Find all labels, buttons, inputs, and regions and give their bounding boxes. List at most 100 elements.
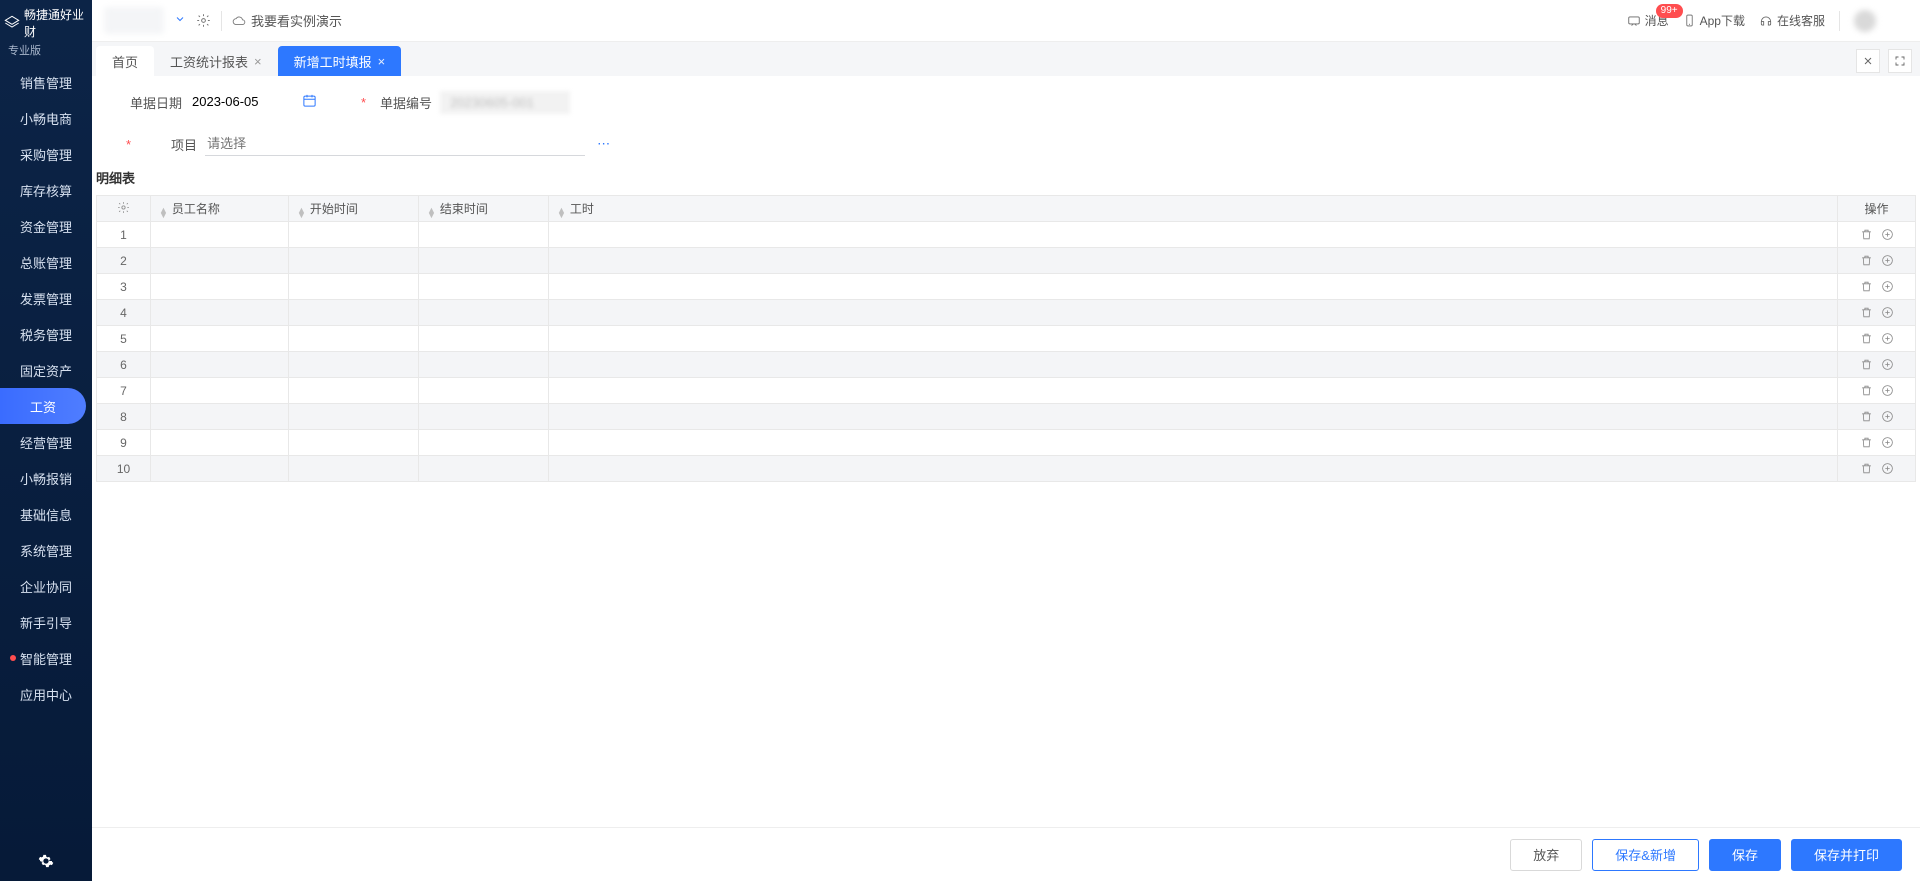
cell[interactable] bbox=[549, 274, 1838, 300]
fullscreen-button[interactable] bbox=[1888, 49, 1912, 73]
sidebar-item[interactable]: 新手引导 bbox=[0, 604, 92, 640]
col-start[interactable]: ▲▼开始时间 bbox=[289, 196, 419, 222]
cell[interactable] bbox=[151, 222, 289, 248]
sidebar-item[interactable]: 基础信息 bbox=[0, 496, 92, 532]
add-row-icon[interactable] bbox=[1881, 410, 1894, 423]
sidebar-item[interactable]: 资金管理 bbox=[0, 208, 92, 244]
settings-icon[interactable] bbox=[196, 13, 211, 28]
col-employee[interactable]: ▲▼员工名称 bbox=[151, 196, 289, 222]
delete-icon[interactable] bbox=[1860, 254, 1873, 267]
sidebar-item[interactable]: 工资 bbox=[0, 388, 86, 424]
cell[interactable] bbox=[289, 222, 419, 248]
cell[interactable] bbox=[549, 430, 1838, 456]
sidebar-item[interactable]: 总账管理 bbox=[0, 244, 92, 280]
cell[interactable] bbox=[289, 300, 419, 326]
close-all-tabs-button[interactable] bbox=[1856, 49, 1880, 73]
sidebar-item[interactable]: 发票管理 bbox=[0, 280, 92, 316]
delete-icon[interactable] bbox=[1860, 384, 1873, 397]
tab[interactable]: 工资统计报表× bbox=[154, 46, 278, 76]
add-row-icon[interactable] bbox=[1881, 254, 1894, 267]
add-row-icon[interactable] bbox=[1881, 384, 1894, 397]
cell[interactable] bbox=[419, 248, 549, 274]
close-icon[interactable]: × bbox=[378, 54, 386, 69]
cell[interactable] bbox=[419, 404, 549, 430]
tab[interactable]: 新增工时填报× bbox=[278, 46, 402, 76]
delete-icon[interactable] bbox=[1860, 280, 1873, 293]
cell[interactable] bbox=[549, 222, 1838, 248]
cell[interactable] bbox=[289, 456, 419, 482]
sidebar-item[interactable]: 采购管理 bbox=[0, 136, 92, 172]
user-area[interactable] bbox=[1854, 10, 1908, 32]
cell[interactable] bbox=[549, 456, 1838, 482]
cell[interactable] bbox=[289, 326, 419, 352]
cell[interactable] bbox=[289, 248, 419, 274]
cell[interactable] bbox=[549, 248, 1838, 274]
cell[interactable] bbox=[419, 352, 549, 378]
cell[interactable] bbox=[419, 430, 549, 456]
delete-icon[interactable] bbox=[1860, 462, 1873, 475]
cell[interactable] bbox=[419, 222, 549, 248]
messages-button[interactable]: 消息 99+ bbox=[1627, 12, 1669, 29]
cell[interactable] bbox=[151, 274, 289, 300]
cell[interactable] bbox=[289, 430, 419, 456]
col-hours[interactable]: ▲▼工时 bbox=[549, 196, 1838, 222]
add-row-icon[interactable] bbox=[1881, 332, 1894, 345]
calendar-icon[interactable] bbox=[298, 93, 321, 112]
delete-icon[interactable] bbox=[1860, 436, 1873, 449]
delete-icon[interactable] bbox=[1860, 306, 1873, 319]
cell[interactable] bbox=[151, 300, 289, 326]
save-print-button[interactable]: 保存并打印 bbox=[1791, 839, 1902, 871]
cell[interactable] bbox=[549, 404, 1838, 430]
date-input[interactable] bbox=[190, 90, 298, 114]
cell[interactable] bbox=[151, 352, 289, 378]
app-download-button[interactable]: App下载 bbox=[1683, 12, 1745, 29]
cell[interactable] bbox=[151, 248, 289, 274]
cell[interactable] bbox=[151, 456, 289, 482]
cell[interactable] bbox=[151, 326, 289, 352]
sidebar-item[interactable]: 库存核算 bbox=[0, 172, 92, 208]
delete-icon[interactable] bbox=[1860, 332, 1873, 345]
sidebar-item[interactable]: 智能管理 bbox=[0, 640, 92, 676]
cell[interactable] bbox=[549, 300, 1838, 326]
tab[interactable]: 首页 bbox=[96, 46, 154, 76]
cell[interactable] bbox=[289, 352, 419, 378]
delete-icon[interactable] bbox=[1860, 228, 1873, 241]
sidebar-item[interactable]: 经营管理 bbox=[0, 424, 92, 460]
cell[interactable] bbox=[289, 404, 419, 430]
org-selector[interactable] bbox=[104, 7, 164, 34]
add-row-icon[interactable] bbox=[1881, 436, 1894, 449]
sidebar-item[interactable]: 销售管理 bbox=[0, 64, 92, 100]
add-row-icon[interactable] bbox=[1881, 280, 1894, 293]
sidebar-item[interactable]: 应用中心 bbox=[0, 676, 92, 712]
add-row-icon[interactable] bbox=[1881, 462, 1894, 475]
demo-link[interactable]: 我要看实例演示 bbox=[232, 11, 342, 30]
sidebar-item[interactable]: 小畅电商 bbox=[0, 100, 92, 136]
cell[interactable] bbox=[419, 378, 549, 404]
cell[interactable] bbox=[419, 300, 549, 326]
sidebar-item[interactable]: 系统管理 bbox=[0, 532, 92, 568]
add-row-icon[interactable] bbox=[1881, 306, 1894, 319]
online-service-button[interactable]: 在线客服 bbox=[1759, 12, 1825, 29]
close-icon[interactable]: × bbox=[254, 54, 262, 69]
add-row-icon[interactable] bbox=[1881, 358, 1894, 371]
chevron-down-icon[interactable] bbox=[174, 13, 186, 28]
delete-icon[interactable] bbox=[1860, 358, 1873, 371]
sidebar-item[interactable]: 企业协同 bbox=[0, 568, 92, 604]
more-icon[interactable]: ⋯ bbox=[593, 136, 614, 152]
save-button[interactable]: 保存 bbox=[1709, 839, 1781, 871]
cell[interactable] bbox=[151, 404, 289, 430]
cell[interactable] bbox=[289, 274, 419, 300]
cell[interactable] bbox=[549, 352, 1838, 378]
cell[interactable] bbox=[289, 378, 419, 404]
add-row-icon[interactable] bbox=[1881, 228, 1894, 241]
cell[interactable] bbox=[549, 378, 1838, 404]
cell[interactable] bbox=[151, 430, 289, 456]
sidebar-item[interactable]: 小畅报销 bbox=[0, 460, 92, 496]
sidebar-item[interactable]: 税务管理 bbox=[0, 316, 92, 352]
cell[interactable] bbox=[419, 456, 549, 482]
sidebar-item[interactable]: 固定资产 bbox=[0, 352, 92, 388]
col-gear[interactable] bbox=[97, 196, 151, 222]
cell[interactable] bbox=[151, 378, 289, 404]
col-end[interactable]: ▲▼结束时间 bbox=[419, 196, 549, 222]
cell[interactable] bbox=[419, 326, 549, 352]
